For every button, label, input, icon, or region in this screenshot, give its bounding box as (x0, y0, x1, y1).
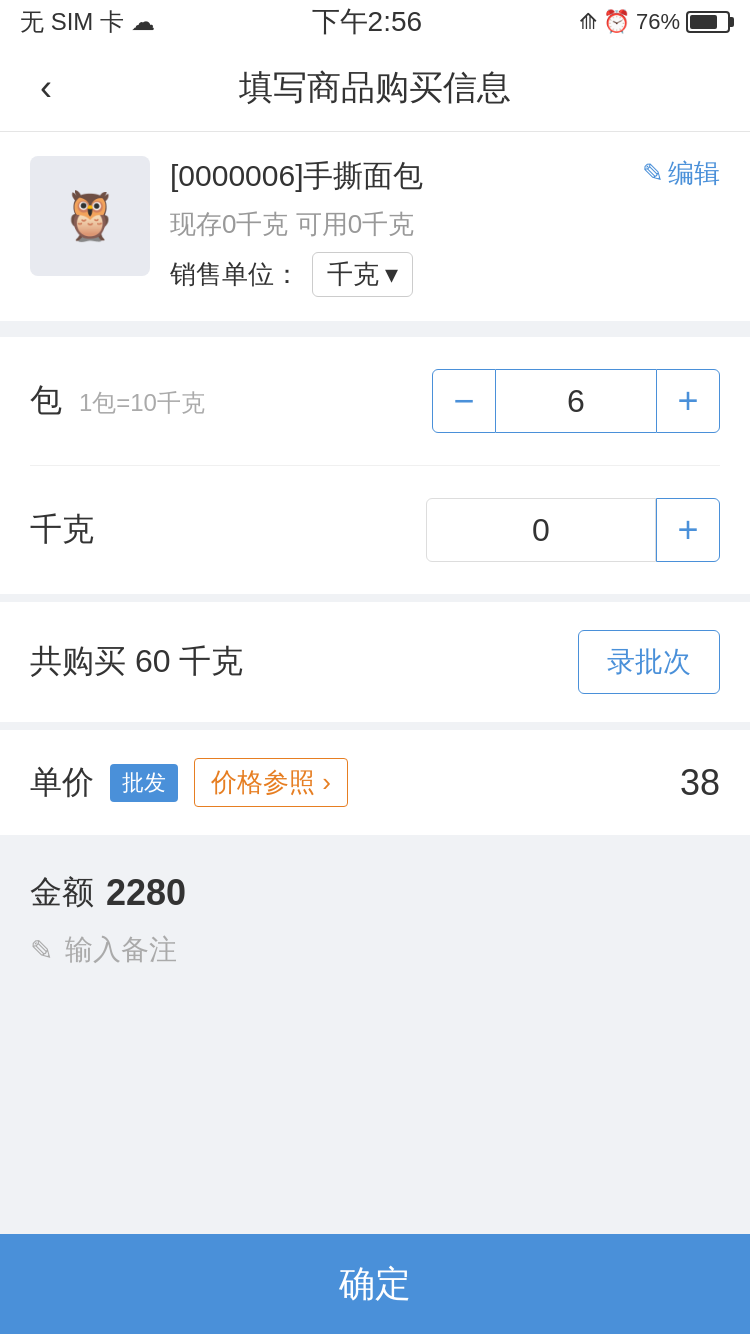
product-info: [0000006]手撕面包 现存0千克 可用0千克 销售单位： 千克 ▾ (170, 156, 720, 297)
note-row[interactable]: ✎ 输入备注 (30, 931, 720, 989)
product-logo-icon: 🦉 (60, 188, 120, 244)
product-image: 🦉 (30, 156, 150, 276)
kg-row: 千克 + (30, 466, 720, 594)
battery-icon (686, 11, 730, 33)
price-label: 单价 (30, 761, 94, 805)
amount-section: 金额 2280 ✎ 输入备注 (0, 843, 750, 989)
price-tag: 批发 (110, 764, 178, 802)
product-stock: 现存0千克 可用0千克 (170, 207, 720, 242)
nav-bar: ‹ 填写商品购买信息 (0, 44, 750, 132)
product-section: 🦉 [0000006]手撕面包 现存0千克 可用0千克 销售单位： 千克 ▾ ✎… (0, 132, 750, 321)
pack-row: 包 1包=10千克 − + (30, 337, 720, 466)
unit-value: 千克 (327, 257, 379, 292)
pack-qty-input[interactable] (496, 369, 656, 433)
pack-plus-button[interactable]: + (656, 369, 720, 433)
amount-value: 2280 (106, 872, 186, 914)
summary-text: 共购买 60 千克 (30, 640, 243, 684)
page-title: 填写商品购买信息 (239, 65, 511, 111)
amount-row: 金额 2280 (30, 871, 720, 915)
price-section: 单价 批发 价格参照 › 38 (0, 730, 750, 843)
chevron-down-icon: ▾ (385, 259, 398, 290)
unit-selector[interactable]: 千克 ▾ (312, 252, 413, 297)
batch-button[interactable]: 录批次 (578, 630, 720, 694)
note-placeholder: 输入备注 (65, 931, 177, 969)
input-section: 包 1包=10千克 − + 千克 + (0, 337, 750, 594)
edit-button[interactable]: ✎ 编辑 (642, 156, 720, 191)
pack-minus-button[interactable]: − (432, 369, 496, 433)
pack-qty-control: − + (432, 369, 720, 433)
kg-plus-button[interactable]: + (656, 498, 720, 562)
summary-section: 共购买 60 千克 录批次 (0, 594, 750, 730)
amount-label: 金额 (30, 871, 94, 915)
status-right: ⟰ ⏰ 76% (579, 9, 730, 35)
pack-label: 包 1包=10千克 (30, 379, 432, 423)
confirm-button[interactable]: 确定 (0, 1234, 750, 1334)
back-button[interactable]: ‹ (30, 57, 62, 119)
status-bar: 无 SIM 卡 ☁ 下午2:56 ⟰ ⏰ 76% (0, 0, 750, 44)
pack-sub-label: 1包=10千克 (79, 389, 205, 416)
product-unit-row: 销售单位： 千克 ▾ (170, 252, 720, 297)
product-name: [0000006]手撕面包 (170, 156, 720, 197)
alarm-icon: ⏰ (603, 9, 630, 35)
status-time: 下午2:56 (312, 3, 423, 41)
kg-qty-control: + (426, 498, 720, 562)
location-icon: ⟰ (579, 9, 597, 35)
kg-qty-input[interactable] (426, 498, 656, 562)
price-ref-button[interactable]: 价格参照 › (194, 758, 348, 807)
sim-label: 无 SIM 卡 ☁ (20, 6, 155, 38)
kg-label: 千克 (30, 508, 426, 552)
unit-label: 销售单位： (170, 257, 300, 292)
edit-icon: ✎ (642, 158, 664, 189)
price-row: 单价 批发 价格参照 › 38 (30, 758, 720, 835)
price-value: 38 (680, 762, 720, 804)
edit-label: 编辑 (668, 156, 720, 191)
status-left: 无 SIM 卡 ☁ (20, 6, 155, 38)
pencil-icon: ✎ (30, 934, 53, 967)
battery-percent: 76% (636, 9, 680, 35)
